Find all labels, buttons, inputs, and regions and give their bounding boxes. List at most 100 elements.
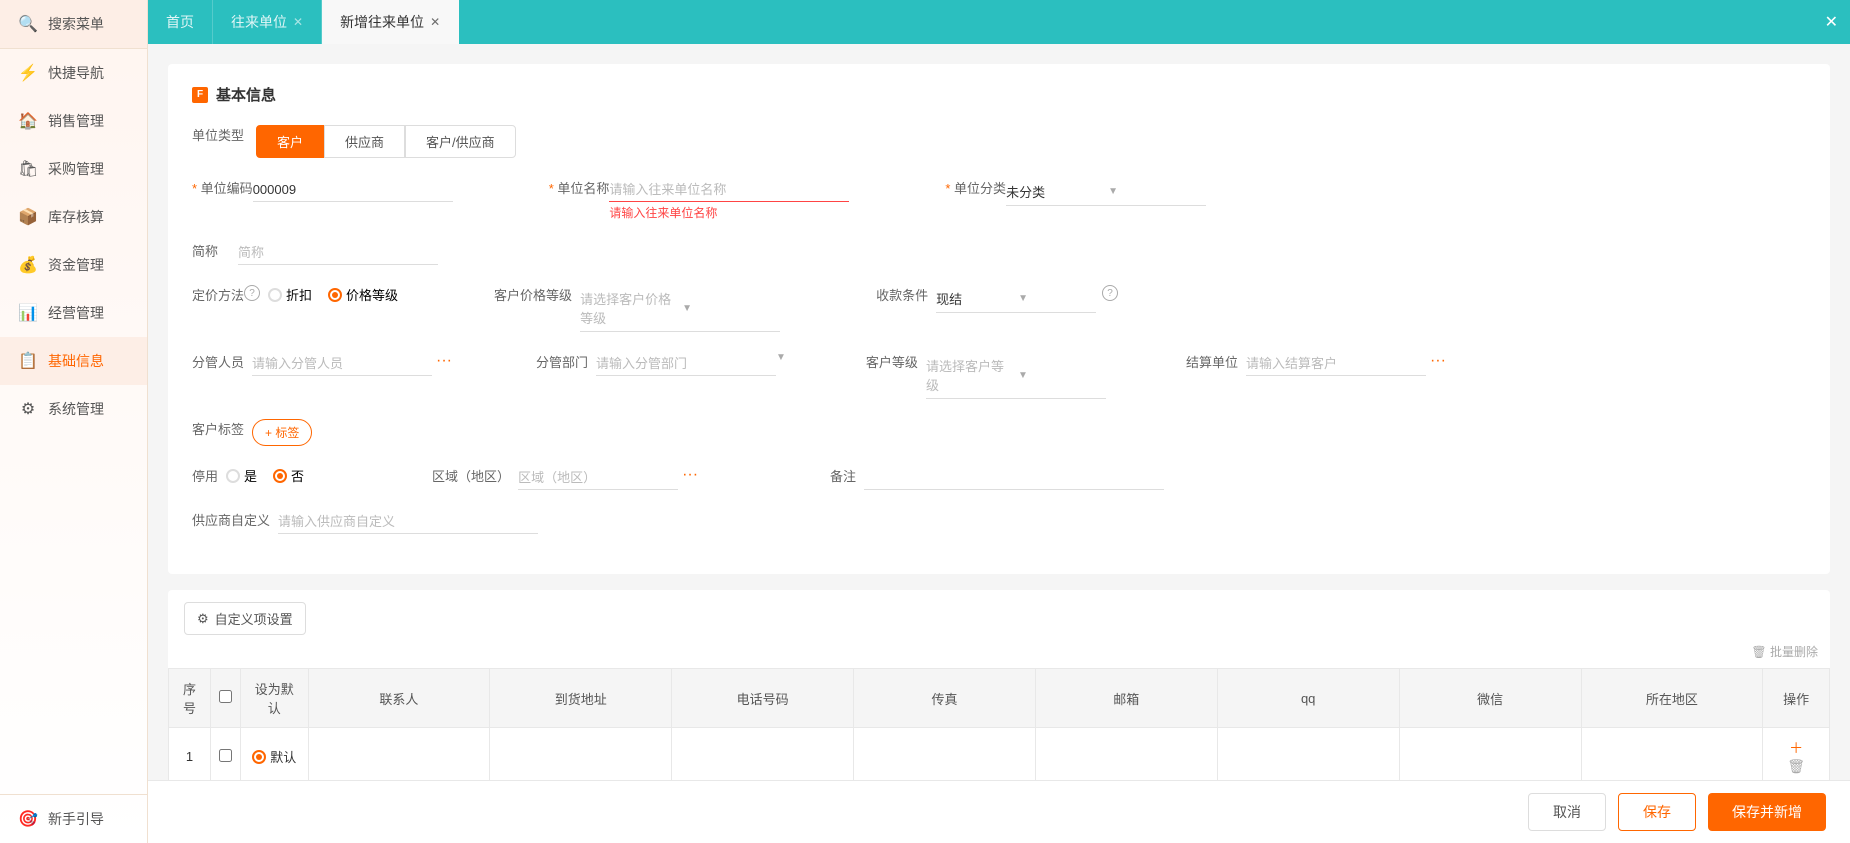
type-btn-supplier[interactable]: 供应商: [324, 125, 405, 158]
sidebar-item-sales[interactable]: 🏠 销售管理: [0, 97, 147, 145]
tab-new-counterparty[interactable]: 新增往来单位 ✕: [322, 0, 459, 44]
sidebar-item-quick-nav[interactable]: ⚡ 快捷导航: [0, 49, 147, 97]
region-more-icon[interactable]: ···: [678, 466, 702, 484]
name-input[interactable]: [609, 178, 849, 202]
code-field: 单位编码: [192, 178, 453, 202]
dept-input[interactable]: [596, 352, 776, 376]
settlement-label: 结算单位: [1186, 352, 1238, 371]
cell-address[interactable]: [490, 728, 672, 781]
tab-counterparty[interactable]: 往来单位 ✕: [213, 0, 322, 44]
add-row-button[interactable]: ＋: [1785, 740, 1807, 756]
payment-terms-select[interactable]: 现结 ▼: [936, 285, 1096, 313]
tab-counterparty-close[interactable]: ✕: [293, 15, 303, 29]
region-cell-input[interactable]: [1590, 749, 1755, 764]
tab-new-counterparty-close[interactable]: ✕: [430, 15, 440, 29]
bottom-bar: 取消 保存 保存并新增: [148, 780, 1850, 843]
contact-table: 序号 设为默认 联系人 到货地址 电话号码 传真 邮箱 qq 微信 所在地区: [168, 668, 1830, 780]
pricing-help-icon[interactable]: ?: [244, 285, 260, 301]
phone-input[interactable]: [680, 749, 845, 764]
customer-price-level-select[interactable]: 请选择客户价格等级 ▼: [580, 285, 780, 332]
sidebar-item-inventory[interactable]: 📦 库存核算: [0, 193, 147, 241]
pricing-radio-group: 折扣 价格等级: [268, 285, 398, 304]
category-label: 单位分类: [945, 178, 1006, 197]
settlement-input[interactable]: [1246, 352, 1426, 376]
supplier-custom-row: 供应商自定义: [192, 510, 1806, 534]
pricing-field: 定价方法 ? 折扣 价格等级: [192, 285, 398, 304]
qq-input[interactable]: [1226, 749, 1391, 764]
customer-level-select[interactable]: 请选择客户等级 ▼: [926, 352, 1106, 399]
col-seq: 序号: [169, 669, 211, 728]
sidebar: 🔍 搜索菜单 ⚡ 快捷导航 🏠 销售管理 🛍 采购管理 📦 库存核算 💰 资金管…: [0, 0, 148, 843]
sidebar-item-system[interactable]: ⚙ 系统管理: [0, 385, 147, 433]
disabled-yes-circle: [226, 469, 240, 483]
cell-phone[interactable]: [672, 728, 854, 781]
notes-label: 备注: [830, 466, 856, 485]
settlement-more-icon[interactable]: ···: [1426, 352, 1450, 370]
sidebar-item-purchase[interactable]: 🛍 采购管理: [0, 145, 147, 193]
tab-bar: 首页 往来单位 ✕ 新增往来单位 ✕ ✕: [148, 0, 1850, 44]
table-toolbar: 🗑 批量删除: [168, 635, 1830, 668]
save-new-button[interactable]: 保存并新增: [1708, 793, 1826, 831]
code-input[interactable]: [253, 178, 453, 202]
region-input[interactable]: [518, 466, 678, 490]
save-button[interactable]: 保存: [1618, 793, 1696, 831]
manager-field: 分管人员 ···: [192, 352, 456, 376]
cell-contact[interactable]: [308, 728, 490, 781]
manager-row: 分管人员 ··· 分管部门 ▼ 客户等级 请选择客户等级 ▼: [192, 352, 1806, 399]
region-label: 区域（地区）: [432, 466, 510, 485]
sidebar-item-operations[interactable]: 📊 经营管理: [0, 289, 147, 337]
delete-row-button[interactable]: 🗑: [1783, 758, 1809, 774]
supplier-custom-input[interactable]: [278, 510, 538, 534]
cell-qq[interactable]: [1217, 728, 1399, 781]
contact-table-section: ⚙ 自定义项设置 🗑 批量删除 序号 设为默认: [168, 590, 1830, 780]
unit-type-label: 单位类型: [192, 125, 244, 144]
sidebar-item-search[interactable]: 🔍 搜索菜单: [0, 0, 147, 49]
wechat-input[interactable]: [1408, 749, 1573, 764]
pricing-radio-discount[interactable]: 折扣: [268, 285, 312, 304]
category-select[interactable]: 未分类 ▼: [1006, 178, 1206, 206]
table-row: 1 默认: [169, 728, 1830, 781]
disabled-radio-no[interactable]: 否: [273, 466, 304, 485]
table-body: 1 默认: [169, 728, 1830, 781]
type-btn-both[interactable]: 客户/供应商: [405, 125, 516, 158]
disabled-radio-yes[interactable]: 是: [226, 466, 257, 485]
pricing-radio-price-level[interactable]: 价格等级: [328, 285, 398, 304]
cell-default: 默认: [241, 728, 308, 781]
row-checkbox[interactable]: [219, 749, 232, 762]
tag-add-button[interactable]: + 标签: [252, 419, 312, 446]
sidebar-item-finance[interactable]: 💰 资金管理: [0, 241, 147, 289]
col-fax: 传真: [854, 669, 1036, 728]
tags-field: 客户标签 + 标签: [192, 419, 312, 446]
tags-label: 客户标签: [192, 419, 244, 438]
cell-email[interactable]: [1035, 728, 1217, 781]
cell-wechat[interactable]: [1399, 728, 1581, 781]
default-radio[interactable]: 默认: [252, 747, 296, 766]
batch-delete-button[interactable]: 🗑 批量删除: [1751, 643, 1818, 660]
cancel-button[interactable]: 取消: [1528, 793, 1606, 831]
manager-more-icon[interactable]: ···: [432, 352, 456, 370]
type-btn-customer[interactable]: 客户: [256, 125, 324, 158]
section-icon: F: [192, 87, 208, 103]
tab-home[interactable]: 首页: [148, 0, 213, 44]
select-all-checkbox[interactable]: [219, 690, 232, 703]
col-contact: 联系人: [308, 669, 490, 728]
contact-input[interactable]: [317, 749, 482, 764]
abbr-input[interactable]: [238, 241, 438, 265]
manager-input[interactable]: [252, 352, 432, 376]
notes-input[interactable]: [864, 466, 1164, 490]
col-action: 操作: [1763, 669, 1830, 728]
cell-region[interactable]: [1581, 728, 1763, 781]
sidebar-item-guide[interactable]: 🎯 新手引导: [0, 794, 147, 843]
payment-help-icon[interactable]: ?: [1102, 285, 1118, 301]
email-input[interactable]: [1044, 749, 1209, 764]
address-input[interactable]: [498, 749, 663, 764]
fax-input[interactable]: [862, 749, 1027, 764]
close-all-button[interactable]: ✕: [1825, 12, 1838, 32]
gear-icon: ⚙: [197, 611, 209, 627]
cell-fax[interactable]: [854, 728, 1036, 781]
price-level-radio-circle: [328, 288, 342, 302]
name-error-msg: 请输入往来单位名称: [609, 204, 849, 221]
sidebar-item-basic[interactable]: 📋 基础信息: [0, 337, 147, 385]
dept-label: 分管部门: [536, 352, 588, 371]
customize-settings-button[interactable]: ⚙ 自定义项设置: [184, 602, 306, 635]
